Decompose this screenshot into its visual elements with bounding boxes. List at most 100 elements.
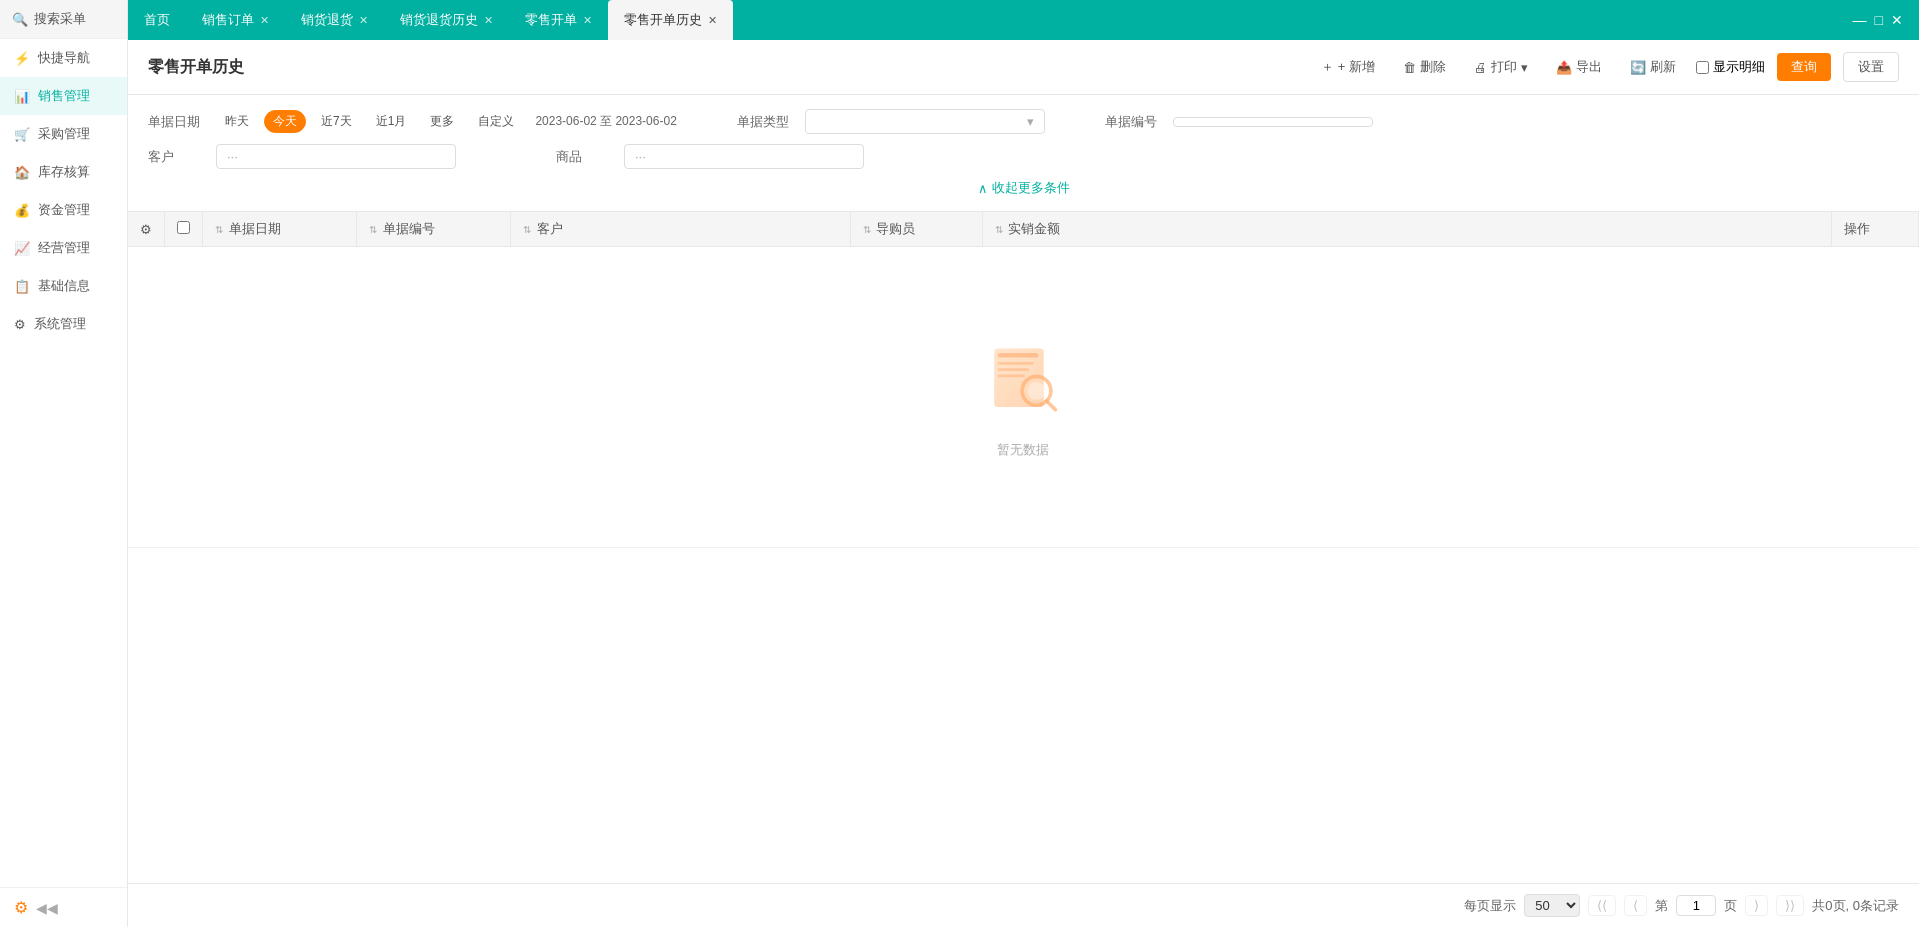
date-last1month[interactable]: 近1月 — [367, 110, 416, 133]
sidebar-item-label: 销售管理 — [38, 87, 90, 105]
tabs-bar: 首页 销售订单 ✕ 销货退货 ✕ 销货退货历史 ✕ 零售开单 ✕ 零售开单历史 … — [128, 0, 1919, 40]
th-guide-label: 导购员 — [876, 221, 915, 236]
sidebar-item-jingying[interactable]: 📈 经营管理 — [0, 229, 127, 267]
sidebar-item-caigou[interactable]: 🛒 采购管理 — [0, 115, 127, 153]
minimize-button[interactable]: — — [1853, 12, 1867, 28]
maximize-button[interactable]: □ — [1875, 12, 1883, 28]
sort-icon: ⇅ — [369, 224, 377, 235]
per-page-select[interactable]: 50 10 20 100 — [1524, 894, 1580, 917]
export-button[interactable]: 📤 导出 — [1548, 54, 1610, 80]
sidebar-collapse-icon[interactable]: ◀◀ — [36, 900, 58, 916]
prev-page-button[interactable]: ⟨ — [1624, 895, 1647, 916]
add-button[interactable]: ＋ + 新增 — [1313, 54, 1383, 80]
sidebar-settings-icon[interactable]: ⚙ — [14, 898, 28, 917]
query-label: 查询 — [1791, 58, 1817, 76]
th-date[interactable]: ⇅ 单据日期 — [203, 212, 357, 247]
date-range-display: 2023-06-02 至 2023-06-02 — [535, 113, 676, 130]
filter-row-2: 客户 ··· 商品 ··· — [148, 144, 1899, 169]
kucun-icon: 🏠 — [14, 165, 30, 180]
th-number-label: 单据编号 — [383, 221, 435, 236]
zijin-icon: 💰 — [14, 203, 30, 218]
tab-retail-open[interactable]: 零售开单 ✕ — [509, 0, 608, 40]
tab-sales-return-history[interactable]: 销货退货历史 ✕ — [384, 0, 509, 40]
tab-retail-open-close[interactable]: ✕ — [583, 14, 592, 27]
date-custom[interactable]: 自定义 — [469, 110, 523, 133]
date-last7[interactable]: 近7天 — [312, 110, 361, 133]
display-detail-checkbox[interactable] — [1696, 61, 1709, 74]
page-header: 零售开单历史 ＋ + 新增 🗑 删除 🖨 打印 ▾ 📤 导出 🔄 刷新 — [128, 40, 1919, 95]
page-prefix-label: 第 — [1655, 897, 1668, 915]
tab-sales-order[interactable]: 销售订单 ✕ — [186, 0, 285, 40]
tab-sales-return-history-close[interactable]: ✕ — [484, 14, 493, 27]
collapse-more-button[interactable]: ∧ 收起更多条件 — [978, 179, 1070, 197]
export-label: 导出 — [1576, 58, 1602, 76]
sidebar-item-jichu[interactable]: 📋 基础信息 — [0, 267, 127, 305]
empty-illustration — [978, 335, 1068, 425]
th-date-label: 单据日期 — [229, 221, 281, 236]
sidebar-item-zijin[interactable]: 💰 资金管理 — [0, 191, 127, 229]
filter-row-1: 单据日期 昨天 今天 近7天 近1月 更多 自定义 2023-06-02 至 2… — [148, 109, 1899, 134]
sidebar-item-xitong[interactable]: ⚙ 系统管理 — [0, 305, 127, 343]
sidebar-item-label: 系统管理 — [34, 315, 86, 333]
doc-num-input[interactable] — [1173, 117, 1373, 127]
delete-button[interactable]: 🗑 删除 — [1395, 54, 1454, 80]
next-page-button[interactable]: ⟩ — [1745, 895, 1768, 916]
svg-point-6 — [1028, 382, 1046, 400]
svg-rect-1 — [998, 353, 1039, 358]
collapse-label: 收起更多条件 — [992, 179, 1070, 197]
page-number-input[interactable] — [1676, 895, 1716, 916]
sidebar-item-label: 快捷导航 — [38, 49, 90, 67]
select-all-checkbox[interactable] — [177, 221, 190, 234]
th-amount[interactable]: ⇅ 实销金额 — [982, 212, 1832, 247]
display-detail-toggle[interactable]: 显示明细 — [1696, 58, 1765, 76]
tab-retail-open-history[interactable]: 零售开单历史 ✕ — [608, 0, 733, 40]
sort-icon: ⇅ — [863, 224, 871, 235]
add-icon: ＋ — [1321, 58, 1334, 76]
tab-home[interactable]: 首页 — [128, 0, 186, 40]
print-icon: 🖨 — [1474, 60, 1487, 75]
sidebar-item-label: 经营管理 — [38, 239, 90, 257]
print-button[interactable]: 🖨 打印 ▾ — [1466, 54, 1536, 80]
sidebar-search[interactable]: 🔍 搜索采单 — [0, 0, 127, 39]
export-icon: 📤 — [1556, 60, 1572, 75]
sort-icon: ⇅ — [215, 224, 223, 235]
tab-home-label: 首页 — [144, 11, 170, 29]
date-yesterday[interactable]: 昨天 — [216, 110, 258, 133]
tab-sales-return-label: 销货退货 — [301, 11, 353, 29]
tab-sales-return[interactable]: 销货退货 ✕ — [285, 0, 384, 40]
tab-sales-order-close[interactable]: ✕ — [260, 14, 269, 27]
empty-state: 暂无数据 — [140, 255, 1907, 539]
first-page-button[interactable]: ⟨⟨ — [1588, 895, 1616, 916]
customer-label: 客户 — [148, 148, 208, 166]
last-page-button[interactable]: ⟩⟩ — [1776, 895, 1804, 916]
goods-label: 商品 — [556, 148, 616, 166]
sidebar-item-kucun[interactable]: 🏠 库存核算 — [0, 153, 127, 191]
sidebar-item-xiaoshou[interactable]: 📊 销售管理 — [0, 77, 127, 115]
th-settings[interactable]: ⚙ — [128, 212, 165, 247]
date-more[interactable]: 更多 — [421, 110, 463, 133]
th-customer[interactable]: ⇅ 客户 — [510, 212, 850, 247]
search-icon: 🔍 — [12, 12, 28, 27]
customer-input[interactable]: ··· — [216, 144, 456, 169]
tab-retail-open-history-close[interactable]: ✕ — [708, 14, 717, 27]
svg-line-7 — [1047, 401, 1056, 410]
th-number[interactable]: ⇅ 单据编号 — [356, 212, 510, 247]
th-guide[interactable]: ⇅ 导购员 — [850, 212, 982, 247]
query-button[interactable]: 查询 — [1777, 53, 1831, 81]
chevron-up-icon: ∧ — [978, 181, 988, 196]
close-button[interactable]: ✕ — [1891, 12, 1903, 28]
refresh-button[interactable]: 🔄 刷新 — [1622, 54, 1684, 80]
doc-type-select[interactable]: ▾ — [805, 109, 1045, 134]
goods-input[interactable]: ··· — [624, 144, 864, 169]
sidebar-item-label: 资金管理 — [38, 201, 90, 219]
doc-num-group: 单据编号 — [1105, 113, 1373, 131]
tab-sales-return-close[interactable]: ✕ — [359, 14, 368, 27]
table-empty-cell: 暂无数据 — [128, 247, 1919, 548]
table-container: ⚙ ⇅ 单据日期 ⇅ 单据编号 ⇅ 客户 — [128, 212, 1919, 883]
table-settings-icon[interactable]: ⚙ — [140, 222, 152, 237]
empty-text: 暂无数据 — [997, 441, 1049, 459]
sidebar-item-kuaijie[interactable]: ⚡ 快捷导航 — [0, 39, 127, 77]
date-today[interactable]: 今天 — [264, 110, 306, 133]
sidebar: 🔍 搜索采单 ⚡ 快捷导航 📊 销售管理 🛒 采购管理 🏠 库存核算 💰 资金管… — [0, 0, 128, 927]
settings-button[interactable]: 设置 — [1843, 52, 1899, 82]
